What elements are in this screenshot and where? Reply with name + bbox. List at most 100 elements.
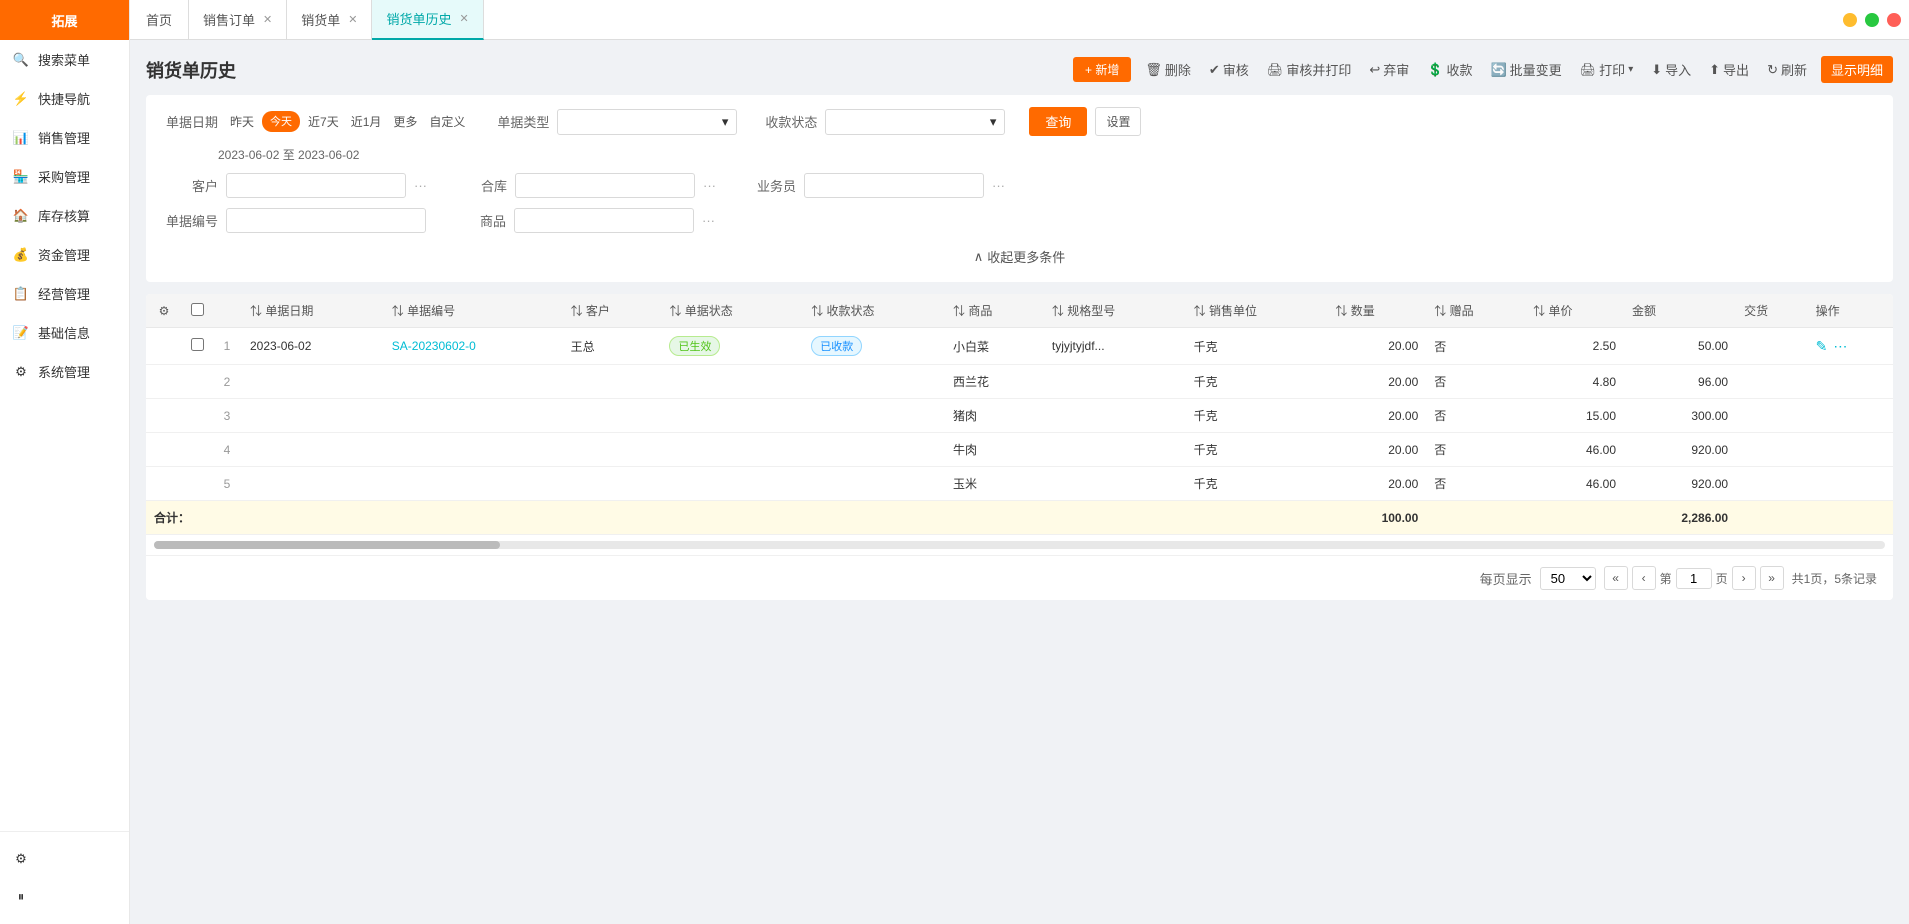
sales-mgmt-icon: 📊 <box>12 129 30 147</box>
shortcut-7days[interactable]: 近7天 <box>304 111 343 132</box>
refresh-button[interactable]: ↻ 刷新 <box>1763 58 1811 81</box>
cell-goods-4: 玉米 <box>945 467 1044 501</box>
audit-print-button[interactable]: 🖨 审核并打印 <box>1263 58 1356 81</box>
new-button[interactable]: + 新增 <box>1073 57 1131 82</box>
sidebar-label-sales-mgmt: 销售管理 <box>38 128 90 147</box>
sidebar-item-inventory[interactable]: 🏠库存核算 <box>0 196 129 235</box>
staff-label: 业务员 <box>740 176 796 195</box>
doc-type-select[interactable]: ▾ <box>557 109 737 135</box>
filter-goods: 商品 ··· <box>450 208 715 233</box>
cell-qty-3: 20.00 <box>1327 433 1426 467</box>
tab-close-sales-history[interactable]: ✕ <box>460 12 469 25</box>
select-all-checkbox[interactable] <box>191 303 204 316</box>
col-doc-status[interactable]: ⇅ 单据状态 <box>661 294 803 328</box>
col-doc-no[interactable]: ⇅ 单据编号 <box>384 294 563 328</box>
settings-button[interactable]: 设置 <box>1095 107 1141 136</box>
shortcut-today[interactable]: 今天 <box>262 111 300 132</box>
per-page-select[interactable]: 50 100 200 <box>1540 567 1596 590</box>
warehouse-dots[interactable]: ··· <box>703 178 716 193</box>
tab-sales-history[interactable]: 销货单历史✕ <box>372 0 483 40</box>
page-next-btn[interactable]: › <box>1732 566 1756 590</box>
page-content: 销货单历史 + 新增 🗑 删除 ✔ 审核 🖨 审核并打印 <box>130 40 1909 924</box>
sidebar-item-settings-bottom[interactable]: ⚙ <box>0 840 129 878</box>
display-detail-button[interactable]: 显示明细 <box>1821 56 1893 83</box>
table-row: 1 2023-06-02 SA-20230602-0 王总 已生效 已收款 小白… <box>146 328 1893 365</box>
pagination-bar: 每页显示 50 100 200 « ‹ 第 页 › » <box>146 555 1893 600</box>
filter-row-3: 单据编号 商品 ··· <box>162 208 1877 233</box>
sidebar-item-pause[interactable]: ⏸ <box>0 878 129 916</box>
sidebar-item-finance[interactable]: 💰资金管理 <box>0 235 129 274</box>
sidebar-item-base-info[interactable]: 📝基础信息 <box>0 313 129 352</box>
col-price[interactable]: ⇅ 单价 <box>1525 294 1624 328</box>
shortcut-custom[interactable]: 自定义 <box>425 111 469 132</box>
print-button[interactable]: 🖨 打印 ▾ <box>1576 58 1638 81</box>
warehouse-label: 合库 <box>451 176 507 195</box>
sidebar-item-operations[interactable]: 📋经营管理 <box>0 274 129 313</box>
filter-collapse-btn[interactable]: ∧ 收起更多条件 <box>162 243 1877 270</box>
col-qty[interactable]: ⇅ 数量 <box>1327 294 1426 328</box>
page-number-input[interactable] <box>1676 568 1712 589</box>
batch-change-button[interactable]: 🔄 批量变更 <box>1486 58 1565 81</box>
tab-close-sales-order[interactable]: ✕ <box>263 13 272 26</box>
query-button[interactable]: 查询 <box>1029 107 1087 136</box>
goods-input[interactable] <box>514 208 694 233</box>
sidebar-item-quick-nav[interactable]: ⚡快捷导航 <box>0 79 129 118</box>
window-close[interactable] <box>1887 13 1901 27</box>
date-range-text: 2023-06-02 至 2023-06-02 <box>218 148 359 162</box>
col-spec[interactable]: ⇅ 规格型号 <box>1044 294 1186 328</box>
tab-sales-goods[interactable]: 销货单✕ <box>287 0 372 40</box>
delete-button[interactable]: 🗑 删除 <box>1141 58 1195 81</box>
col-payment-status[interactable]: ⇅ 收款状态 <box>803 294 945 328</box>
horizontal-scrollbar[interactable] <box>146 535 1893 555</box>
import-button[interactable]: ⬇ 导入 <box>1647 58 1695 81</box>
sidebar-item-sales-mgmt[interactable]: 📊 销售管理 <box>0 118 129 157</box>
shortcut-more[interactable]: 更多 <box>389 111 421 132</box>
table-row: 3 猪肉 千克 20.00 否 15.00 300.00 <box>146 399 1893 433</box>
tab-sales-order[interactable]: 销售订单✕ <box>189 0 287 40</box>
col-gift[interactable]: ⇅ 赠品 <box>1426 294 1525 328</box>
col-settings[interactable]: ⚙ <box>146 294 182 328</box>
payment-status-select[interactable]: ▾ <box>825 109 1005 135</box>
cell-unit-2: 千克 <box>1186 399 1328 433</box>
page-last-btn[interactable]: » <box>1760 566 1784 590</box>
col-index <box>212 294 242 328</box>
export-button[interactable]: ⬆ 导出 <box>1705 58 1753 81</box>
window-maximize[interactable] <box>1865 13 1879 27</box>
cell-date-4 <box>242 467 384 501</box>
sidebar-item-search-menu[interactable]: 🔍搜索菜单 <box>0 40 129 79</box>
staff-input[interactable] <box>804 173 984 198</box>
doc-no-input[interactable] <box>226 208 426 233</box>
print-icon: 🖨 <box>1580 62 1597 78</box>
customer-dots[interactable]: ··· <box>414 178 427 193</box>
more-icon[interactable]: ⋯ <box>1833 338 1847 355</box>
date-shortcuts: 昨天 今天 近7天 近1月 更多 自定义 <box>226 111 469 132</box>
content-wrapper: 销货单历史 + 新增 🗑 删除 ✔ 审核 🖨 审核并打印 <box>130 40 1909 924</box>
table-row: 4 牛肉 千克 20.00 否 46.00 920.00 <box>146 433 1893 467</box>
col-unit[interactable]: ⇅ 销售单位 <box>1186 294 1328 328</box>
summary-empty1 <box>242 501 384 535</box>
cell-settings-2 <box>146 399 182 433</box>
abandon-button[interactable]: ↩ 弃审 <box>1365 58 1413 81</box>
col-customer[interactable]: ⇅ 客户 <box>563 294 662 328</box>
customer-input[interactable] <box>226 173 406 198</box>
tab-close-sales-goods[interactable]: ✕ <box>348 13 357 26</box>
staff-dots[interactable]: ··· <box>992 178 1005 193</box>
cell-delivery-2 <box>1736 399 1808 433</box>
window-minimize[interactable] <box>1843 13 1857 27</box>
col-goods[interactable]: ⇅ 商品 <box>945 294 1044 328</box>
warehouse-input[interactable] <box>515 173 695 198</box>
cell-actions-1 <box>1808 365 1893 399</box>
sidebar-item-sys-mgmt[interactable]: ⚙系统管理 <box>0 352 129 391</box>
row-checkbox-0[interactable] <box>191 338 204 351</box>
sidebar-item-purchase-mgmt[interactable]: 🏪采购管理 <box>0 157 129 196</box>
collect-button[interactable]: 💲 收款 <box>1423 58 1476 81</box>
shortcut-yesterday[interactable]: 昨天 <box>226 111 258 132</box>
audit-button[interactable]: ✔ 审核 <box>1205 58 1253 81</box>
edit-icon[interactable]: ✎ <box>1816 338 1828 355</box>
page-prev-btn[interactable]: ‹ <box>1632 566 1656 590</box>
page-first-btn[interactable]: « <box>1604 566 1628 590</box>
col-date[interactable]: ⇅ 单据日期 <box>242 294 384 328</box>
shortcut-1month[interactable]: 近1月 <box>347 111 386 132</box>
goods-dots[interactable]: ··· <box>702 213 715 228</box>
tab-home[interactable]: 首页 <box>130 0 189 40</box>
